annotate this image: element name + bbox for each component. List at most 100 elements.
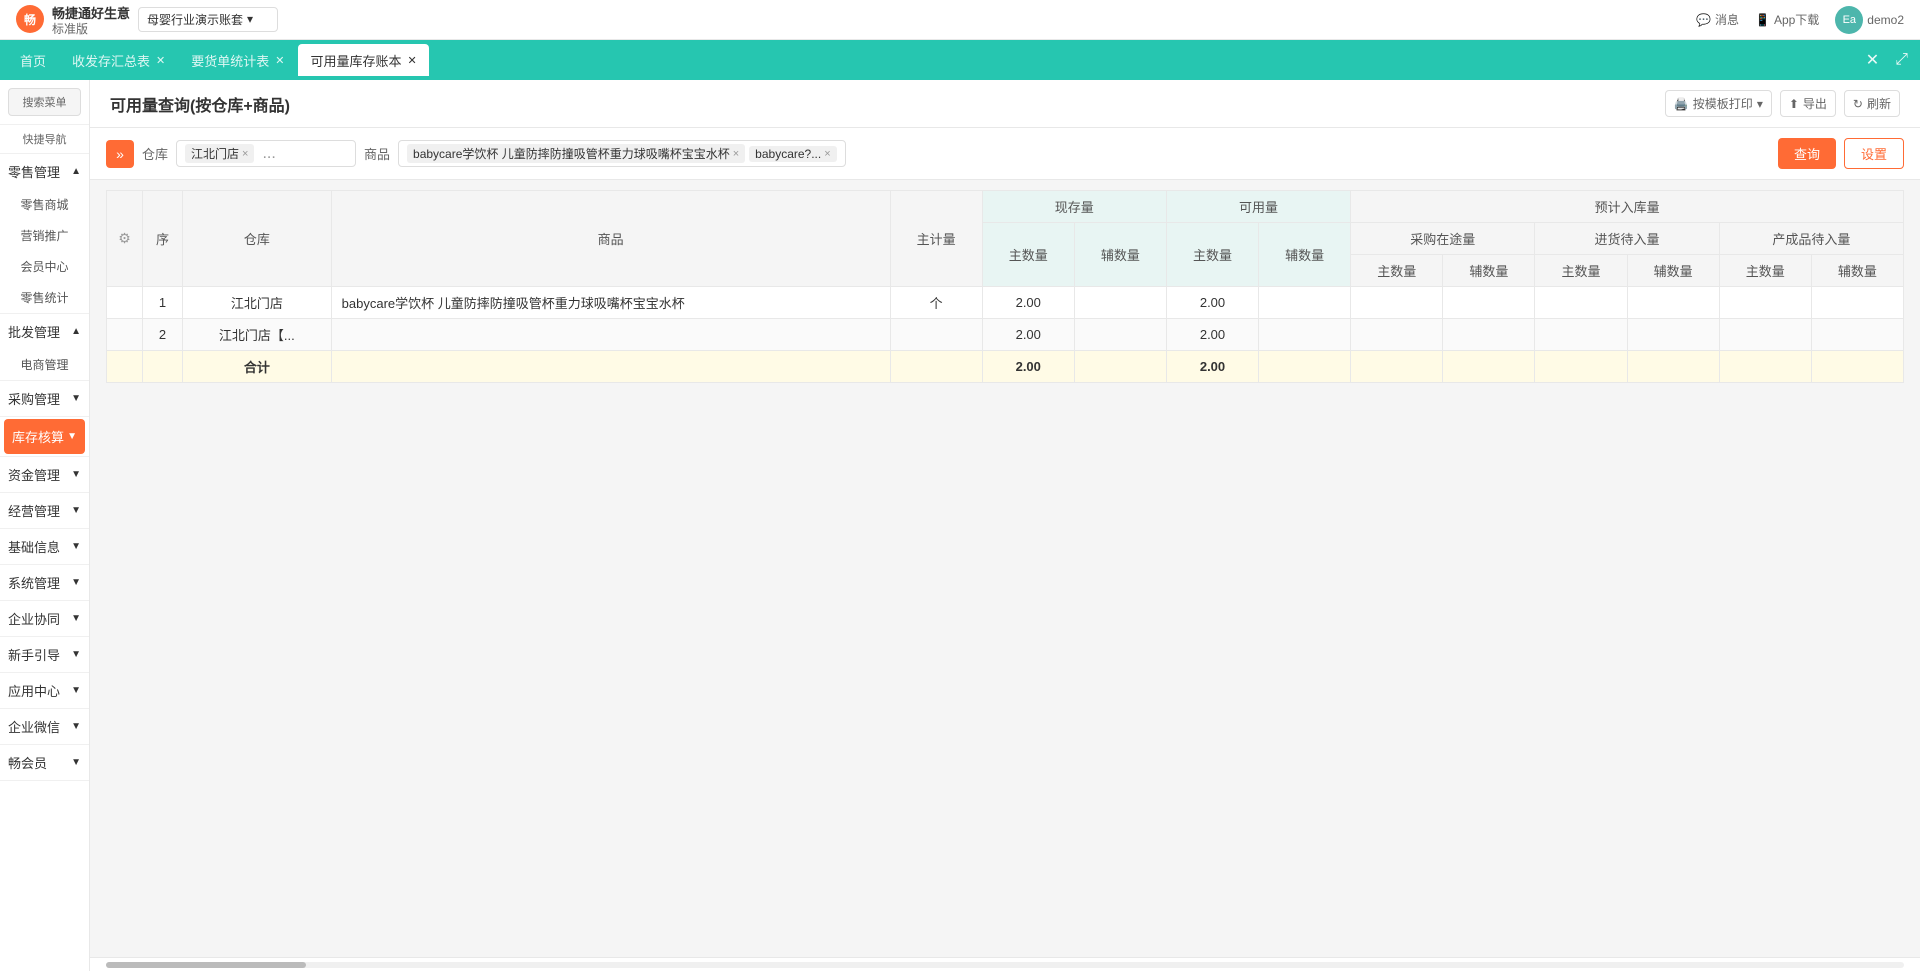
message-action[interactable]: 💬 消息 (1696, 11, 1739, 28)
chevron-down-icon: ▲ (71, 166, 81, 177)
td-avail-main: 2.00 (1166, 287, 1258, 319)
th-available-main-qty: 主数量 (1166, 223, 1258, 287)
search-menu-button[interactable]: 搜索菜单 (8, 88, 81, 116)
td-total-incoming-aux (1627, 351, 1719, 383)
print-template-button[interactable]: 🖨️ 按模板打印 ▾ (1665, 90, 1772, 117)
quick-nav-button[interactable]: 快捷导航 (0, 125, 89, 154)
td-current-main: 2.00 (982, 287, 1074, 319)
td-avail-aux (1259, 287, 1351, 319)
sidebar-group-member-header[interactable]: 畅会员 ▼ (0, 745, 89, 780)
chevron-right-icon: ▼ (71, 393, 81, 404)
chevron-right-icon: ▼ (71, 721, 81, 732)
sidebar-item-marketing[interactable]: 营销推广 (0, 220, 89, 251)
td-setting (107, 319, 143, 351)
horizontal-scrollbar-thumb[interactable] (106, 962, 306, 968)
settings-button[interactable]: 设置 (1844, 138, 1904, 169)
th-setting: ⚙ (107, 191, 143, 287)
sidebar-group-enterprise-header[interactable]: 企业协同 ▼ (0, 601, 89, 636)
tab-home[interactable]: 首页 (8, 44, 58, 76)
filter-toggle-button[interactable]: » (106, 140, 134, 168)
td-total-purchase-main (1351, 351, 1443, 383)
sidebar-item-retail-stats[interactable]: 零售统计 (0, 282, 89, 313)
product-label: 商品 (364, 144, 390, 163)
warehouse-filter-input[interactable]: 江北门店 × ... (176, 140, 356, 167)
sidebar-group-wholesale-header[interactable]: 批发管理 ▲ (0, 314, 89, 349)
sidebar-group-corpwechat-header[interactable]: 企业微信 ▼ (0, 709, 89, 744)
warehouse-more-btn[interactable]: ... (262, 145, 275, 163)
td-unit: 个 (890, 287, 982, 319)
td-avail-aux (1259, 319, 1351, 351)
product-tag-2: babycare?... × (749, 146, 836, 162)
sidebar-group-finance: 资金管理 ▼ (0, 457, 89, 493)
td-seq: 1 (143, 287, 183, 319)
chevron-right-icon: ▼ (71, 577, 81, 588)
tab-available-inventory[interactable]: 可用量库存账本 ✕ (298, 44, 428, 76)
td-total-seq (143, 351, 183, 383)
main-layout: 搜索菜单 快捷导航 零售管理 ▲ 零售商城 营销推广 会员中心 零售统计 批发管… (0, 80, 1920, 971)
sidebar-group-finance-header[interactable]: 资金管理 ▼ (0, 457, 89, 492)
sidebar-group-purchase-header[interactable]: 采购管理 ▼ (0, 381, 89, 416)
sidebar-item-retail-store[interactable]: 零售商城 (0, 189, 89, 220)
th-product: 商品 (331, 191, 890, 287)
td-current-main: 2.00 (982, 319, 1074, 351)
total-row: 合计 2.00 2.00 (107, 351, 1904, 383)
sidebar-search-section: 搜索菜单 (0, 80, 89, 125)
sidebar-group-enterprise: 企业协同 ▼ (0, 601, 89, 637)
sidebar-group-basic-header[interactable]: 基础信息 ▼ (0, 529, 89, 564)
sidebar-group-operation: 经营管理 ▼ (0, 493, 89, 529)
tab-receipts[interactable]: 收发存汇总表 ✕ (60, 44, 177, 76)
user-avatar[interactable]: Ea demo2 (1835, 6, 1904, 34)
filter-bar: » 仓库 江北门店 × ... 商品 babycare学饮杯 儿童防摔防撞吸管杯… (90, 128, 1920, 180)
tab-close-available-inventory[interactable]: ✕ (408, 54, 417, 67)
page-actions: 🖨️ 按模板打印 ▾ ⬆ 导出 ↻ 刷新 (1665, 90, 1900, 117)
app-download-action[interactable]: 📱 App下载 (1755, 11, 1819, 28)
sidebar-item-ecommerce[interactable]: 电商管理 (0, 349, 89, 380)
product-tag-1: babycare学饮杯 儿童防摔防撞吸管杯重力球吸嘴杯宝宝水杯 × (407, 144, 745, 163)
sidebar-group-retail-header[interactable]: 零售管理 ▲ (0, 154, 89, 189)
sidebar-group-system-header[interactable]: 系统管理 ▼ (0, 565, 89, 600)
th-current-stock: 现存量 (982, 191, 1166, 223)
warehouse-tag-close[interactable]: × (242, 148, 248, 160)
page-header: 可用量查询(按仓库+商品) 🖨️ 按模板打印 ▾ ⬆ 导出 ↻ 刷新 (90, 80, 1920, 128)
tab-close-receipts[interactable]: ✕ (156, 54, 165, 67)
sidebar-group-system: 系统管理 ▼ (0, 565, 89, 601)
sidebar-item-members[interactable]: 会员中心 (0, 251, 89, 282)
product-tag-1-close[interactable]: × (733, 148, 739, 160)
sidebar-group-operation-header[interactable]: 经营管理 ▼ (0, 493, 89, 528)
td-total-production-aux (1811, 351, 1903, 383)
tab-close-all-btn[interactable]: ✕ (1862, 46, 1883, 74)
industry-selector[interactable]: 母婴行业演示账套 ▾ (138, 7, 278, 32)
product-tag-2-close[interactable]: × (824, 148, 830, 160)
td-purchase-main (1351, 287, 1443, 319)
filter-actions: 查询 设置 (1778, 138, 1904, 169)
inventory-table: ⚙ 序 仓库 商品 主计量 现存量 可用量 预计入库量 主数量 辅数量 主数量 (106, 190, 1904, 383)
horizontal-scrollbar-track[interactable] (106, 962, 1904, 968)
sidebar-group-inventory-header[interactable]: 库存核算 ▼ (4, 419, 85, 454)
sidebar-group-retail: 零售管理 ▲ 零售商城 营销推广 会员中心 零售统计 (0, 154, 89, 314)
td-purchase-aux (1443, 287, 1535, 319)
sidebar-group-guide-header[interactable]: 新手引导 ▼ (0, 637, 89, 672)
refresh-button[interactable]: ↻ 刷新 (1844, 90, 1900, 117)
tab-close-order-stats[interactable]: ✕ (275, 54, 284, 67)
td-seq: 2 (143, 319, 183, 351)
th-production-aux: 辅数量 (1811, 255, 1903, 287)
sidebar-group-purchase: 采购管理 ▼ (0, 381, 89, 417)
sidebar-group-guide: 新手引导 ▼ (0, 637, 89, 673)
table-footer (90, 957, 1920, 971)
warehouse-tag: 江北门店 × (185, 144, 254, 163)
query-button[interactable]: 查询 (1778, 138, 1836, 169)
content-area: 可用量查询(按仓库+商品) 🖨️ 按模板打印 ▾ ⬆ 导出 ↻ 刷新 » (90, 80, 1920, 971)
sidebar-group-appcenter-header[interactable]: 应用中心 ▼ (0, 673, 89, 708)
export-button[interactable]: ⬆ 导出 (1780, 90, 1836, 117)
tab-expand-btn[interactable]: ⤢ (1891, 47, 1912, 73)
tab-order-stats[interactable]: 要货单统计表 ✕ (179, 44, 296, 76)
sidebar-group-corpwechat: 企业微信 ▼ (0, 709, 89, 745)
settings-icon[interactable]: ⚙ (118, 230, 131, 246)
td-unit (890, 319, 982, 351)
th-current-aux-qty: 辅数量 (1074, 223, 1166, 287)
sidebar-group-appcenter: 应用中心 ▼ (0, 673, 89, 709)
top-bar-left: 畅 畅捷通好生意 标准版 母婴行业演示账套 ▾ (16, 3, 278, 36)
td-production-main (1719, 287, 1811, 319)
td-total-purchase-aux (1443, 351, 1535, 383)
product-filter-input[interactable]: babycare学饮杯 儿童防摔防撞吸管杯重力球吸嘴杯宝宝水杯 × babyca… (398, 140, 846, 167)
